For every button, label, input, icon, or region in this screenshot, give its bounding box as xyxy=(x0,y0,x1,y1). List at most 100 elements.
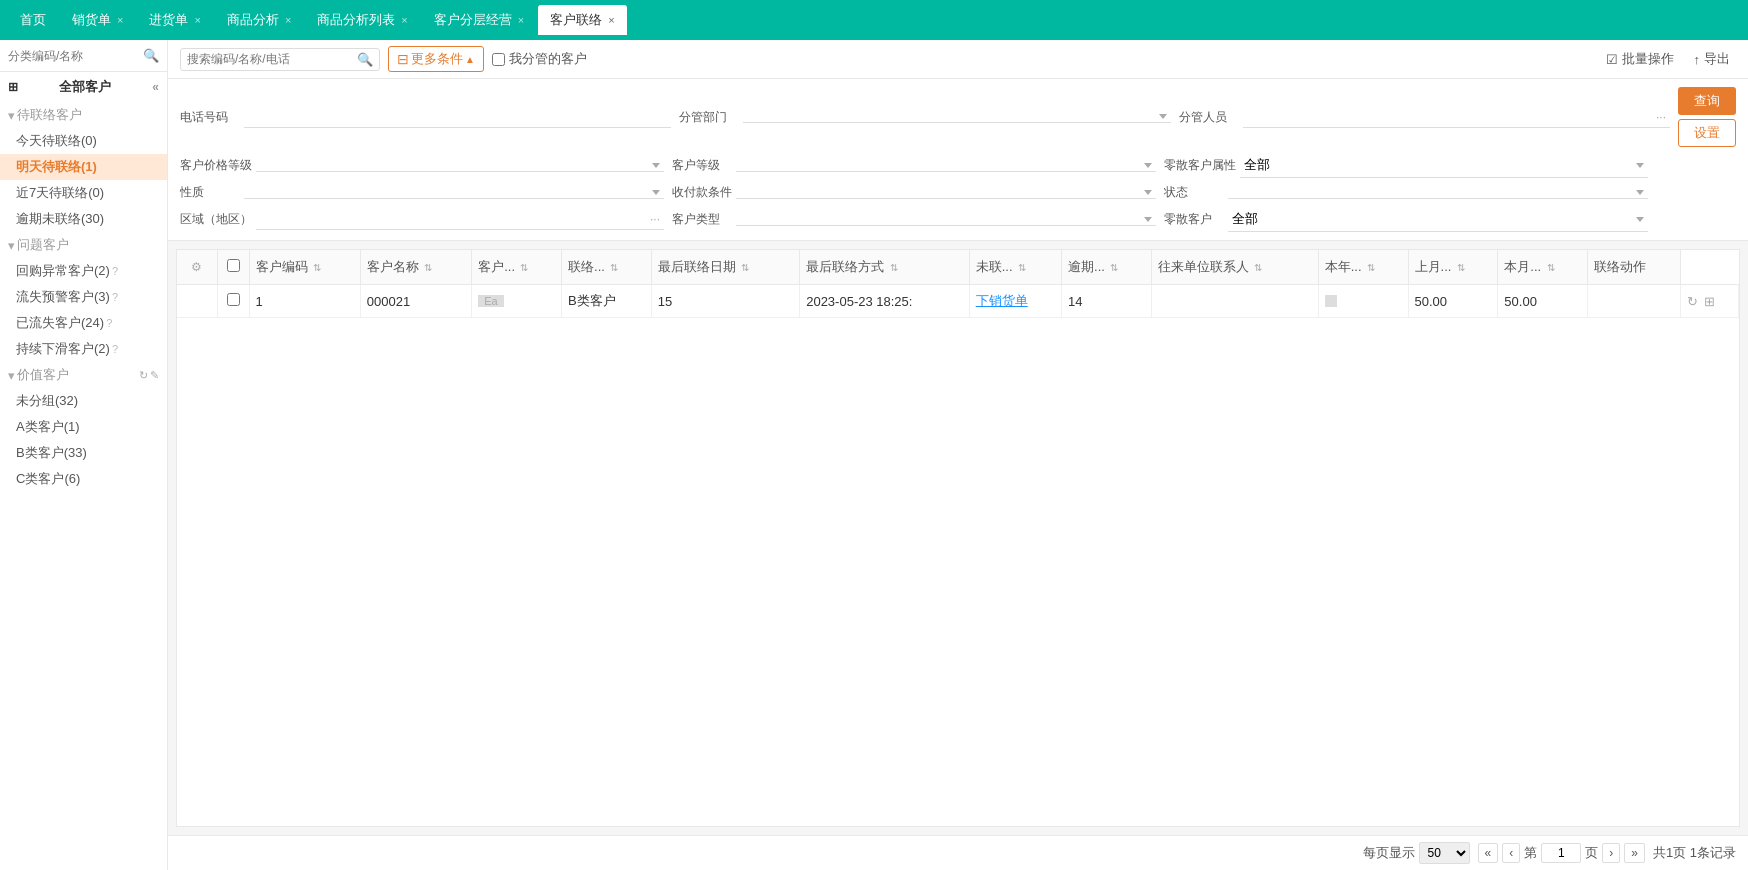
sort-icon[interactable]: ⇅ xyxy=(1110,262,1118,273)
sort-icon[interactable]: ⇅ xyxy=(520,262,528,273)
table-cell-last-contact-method: 下销货单 xyxy=(969,285,1061,318)
collapse-icon: « xyxy=(152,80,159,94)
table-col-name: 客户名称 ⇅ xyxy=(360,250,471,285)
page-unit: 页 xyxy=(1585,844,1598,862)
filter-row-3: 性质 收付款条件 状态 xyxy=(180,184,1736,201)
export-icon: ↑ xyxy=(1694,52,1701,67)
table-cell-contact-count: 15 xyxy=(651,285,799,318)
sort-icon[interactable]: ⇅ xyxy=(1457,262,1465,273)
sidebar-item-c-class[interactable]: C类客户(6) xyxy=(0,466,167,492)
toolbar-search-container: 🔍 xyxy=(180,48,380,71)
last-contact-method-link[interactable]: 下销货单 xyxy=(976,293,1028,308)
batch-operation-btn[interactable]: ☑ 批量操作 xyxy=(1600,47,1680,71)
filter-dept-select[interactable] xyxy=(743,111,1170,123)
nav-customer-tier[interactable]: 客户分层经营 × xyxy=(422,5,536,35)
nav-customer-contact[interactable]: 客户联络 × xyxy=(538,5,626,35)
filter-payment-terms-select[interactable] xyxy=(736,187,1156,199)
filter-action-buttons: 查询 设置 xyxy=(1678,87,1736,147)
nav-close-icon[interactable]: × xyxy=(608,14,614,26)
sidebar-item-churned[interactable]: 已流失客户(24) ? xyxy=(0,310,167,336)
filter-region-select[interactable]: ··· xyxy=(256,209,664,230)
sidebar-item-b-class[interactable]: B类客户(33) xyxy=(0,440,167,466)
nav-product-analysis[interactable]: 商品分析 × xyxy=(215,5,303,35)
nav-purchase-order[interactable]: 进货单 × xyxy=(137,5,212,35)
sidebar-item-tomorrow-pending[interactable]: 明天待联络(1) xyxy=(0,154,167,180)
filter-nature-select[interactable] xyxy=(244,187,664,199)
nav-close-icon[interactable]: × xyxy=(285,14,291,26)
prev-page-btn[interactable]: ‹ xyxy=(1502,843,1520,863)
search-icon[interactable]: 🔍 xyxy=(143,48,159,63)
chevron-up-icon: ▲ xyxy=(465,54,475,65)
sort-icon[interactable]: ⇅ xyxy=(1367,262,1375,273)
nav-close-icon[interactable]: × xyxy=(518,14,524,26)
sidebar-item-ungrouped[interactable]: 未分组(32) xyxy=(0,388,167,414)
filter-scatter-customer: 零散客户 全部 xyxy=(1164,207,1648,232)
sidebar-search-input[interactable] xyxy=(8,49,139,63)
sort-icon[interactable]: ⇅ xyxy=(1018,262,1026,273)
toolbar-search-input[interactable] xyxy=(187,52,353,66)
sidebar: 🔍 ⊞ 全部客户 « ▾ 待联络客户 今天待联络(0) 明天待联络(1) 近7天… xyxy=(0,40,168,870)
sort-icon[interactable]: ⇅ xyxy=(424,262,432,273)
page-size-select[interactable]: 50 100 200 xyxy=(1419,842,1470,864)
filter-scatter-customer-select[interactable]: 全部 xyxy=(1228,207,1648,232)
sidebar-section-problem[interactable]: ▾ 问题客户 xyxy=(0,232,167,258)
table-cell-actions: ↻ ⊞ xyxy=(1680,285,1738,318)
next-page-btn[interactable]: › xyxy=(1602,843,1620,863)
refresh-action-icon[interactable]: ↻ xyxy=(1687,294,1698,309)
sidebar-section-value[interactable]: ▾ 价值客户 ↻ ✎ xyxy=(0,362,167,388)
filter-scatter-attr-select[interactable]: 全部 xyxy=(1240,153,1648,178)
filter-phone-input[interactable] xyxy=(244,107,671,128)
table-col-settings[interactable]: ⚙ xyxy=(177,250,217,285)
sidebar-item-declining[interactable]: 持续下滑客户(2) ? xyxy=(0,336,167,362)
sidebar-section-pending[interactable]: ▾ 待联络客户 xyxy=(0,102,167,128)
chevron-down-icon: ▾ xyxy=(8,368,15,383)
table-cell-contact-person xyxy=(1318,285,1408,318)
table-col-checkbox[interactable] xyxy=(217,250,249,285)
nav-product-analysis-list[interactable]: 商品分析列表 × xyxy=(305,5,419,35)
nav-close-icon[interactable]: × xyxy=(194,14,200,26)
grid-action-icon[interactable]: ⊞ xyxy=(1704,294,1715,309)
sidebar-item-churn-warning[interactable]: 流失预警客户(3) ? xyxy=(0,284,167,310)
filter-scatter-attr-label: 零散客户属性 xyxy=(1164,157,1236,174)
sort-icon[interactable]: ⇅ xyxy=(610,262,618,273)
select-all-checkbox[interactable] xyxy=(227,259,240,272)
sort-icon[interactable]: ⇅ xyxy=(890,262,898,273)
export-btn[interactable]: ↑ 导出 xyxy=(1688,47,1737,71)
filter-panel: 电话号码 分管部门 分管人员 ··· 查询 xyxy=(168,79,1748,241)
sidebar-item-today-pending[interactable]: 今天待联络(0) xyxy=(0,128,167,154)
filter-person-select[interactable]: ··· xyxy=(1243,107,1670,128)
first-page-btn[interactable]: « xyxy=(1478,843,1499,863)
search-icon[interactable]: 🔍 xyxy=(357,52,373,67)
settings-button[interactable]: 设置 xyxy=(1678,119,1736,147)
nav-sales-order[interactable]: 销货单 × xyxy=(60,5,135,35)
refresh-icon[interactable]: ↻ xyxy=(139,369,148,382)
more-conditions-btn[interactable]: ⊟ 更多条件 ▲ xyxy=(388,46,484,72)
sidebar-all-customers[interactable]: ⊞ 全部客户 « xyxy=(0,72,167,102)
sort-icon[interactable]: ⇅ xyxy=(1547,262,1555,273)
table-cell-checkbox[interactable] xyxy=(217,285,249,318)
last-page-btn[interactable]: » xyxy=(1624,843,1645,863)
edit-icon[interactable]: ✎ xyxy=(150,369,159,382)
sort-icon[interactable]: ⇅ xyxy=(741,262,749,273)
filter-customer-level-select[interactable] xyxy=(736,160,1156,172)
sidebar-item-overdue-pending[interactable]: 逾期未联络(30) xyxy=(0,206,167,232)
sidebar-item-repurchase-abnormal[interactable]: 回购异常客户(2) ? xyxy=(0,258,167,284)
my-customers-check[interactable] xyxy=(492,53,505,66)
page-number-input[interactable] xyxy=(1541,843,1581,863)
page-size-container: 每页显示 50 100 200 xyxy=(1363,842,1470,864)
filter-status-select[interactable] xyxy=(1228,187,1648,199)
query-button[interactable]: 查询 xyxy=(1678,87,1736,115)
help-icon: ? xyxy=(112,343,118,355)
filter-price-level-select[interactable] xyxy=(256,160,664,172)
nav-close-icon[interactable]: × xyxy=(401,14,407,26)
sidebar-item-a-class[interactable]: A类客户(1) xyxy=(0,414,167,440)
my-customers-checkbox[interactable]: 我分管的客户 xyxy=(492,50,587,68)
nav-close-icon[interactable]: × xyxy=(117,14,123,26)
filter-customer-type-select[interactable] xyxy=(736,214,1156,226)
row-checkbox[interactable] xyxy=(227,293,240,306)
nav-home[interactable]: 首页 xyxy=(8,5,58,35)
sort-icon[interactable]: ⇅ xyxy=(1254,262,1262,273)
sort-icon[interactable]: ⇅ xyxy=(313,262,321,273)
filter-nature: 性质 xyxy=(180,184,664,201)
sidebar-item-7days-pending[interactable]: 近7天待联络(0) xyxy=(0,180,167,206)
